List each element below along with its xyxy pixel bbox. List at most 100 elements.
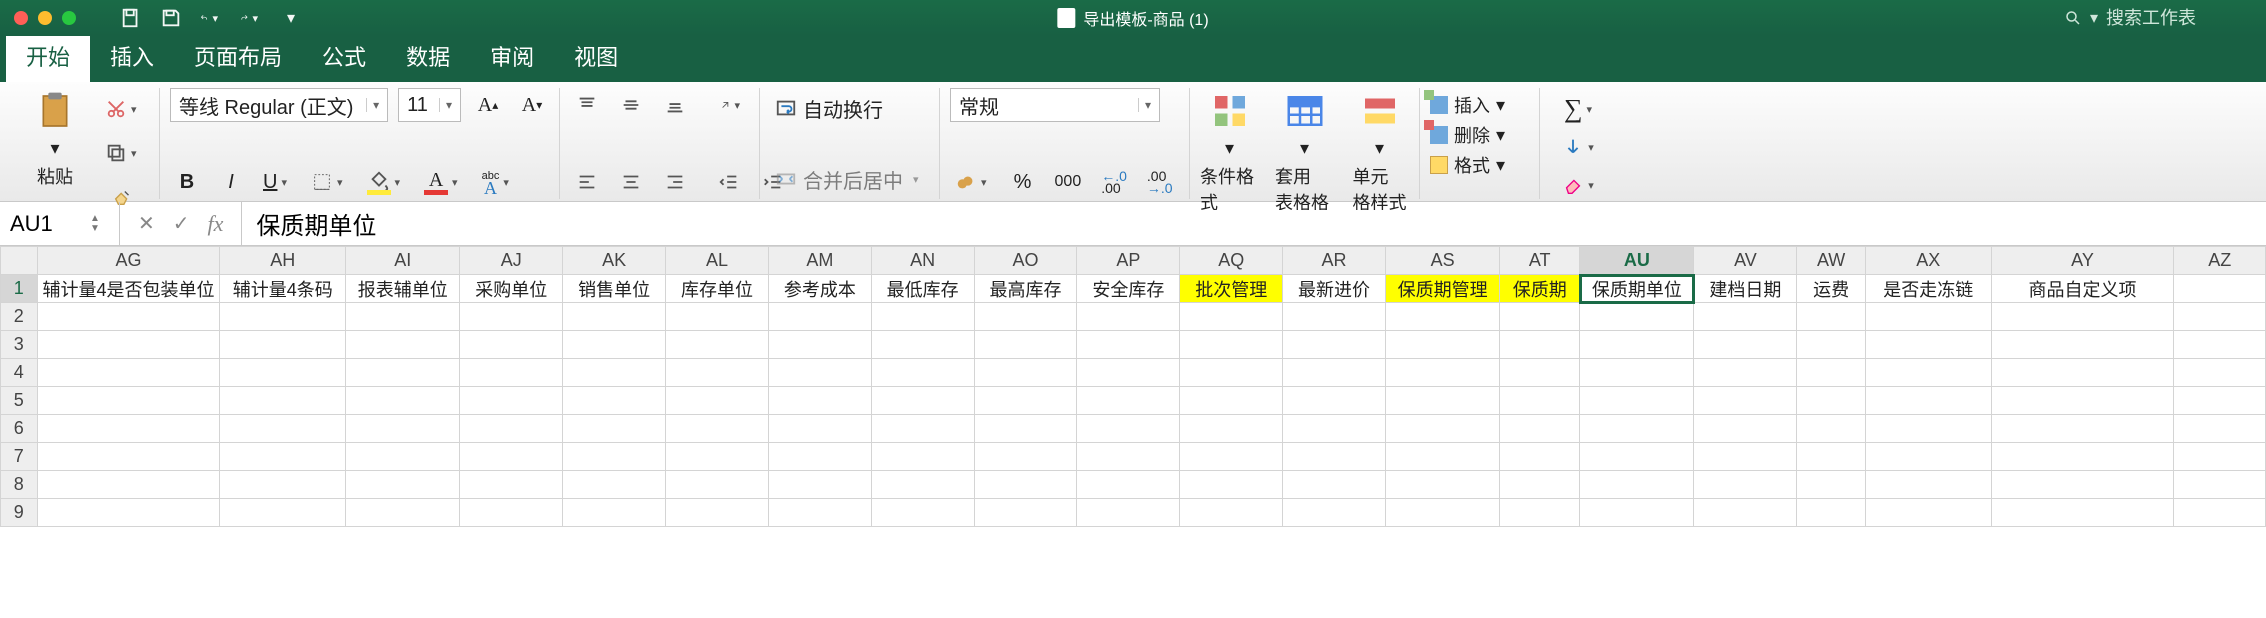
cell-AP2[interactable] [1077, 303, 1180, 331]
cell-AT3[interactable] [1500, 331, 1580, 359]
decrease-font-button[interactable]: A▾ [515, 88, 549, 122]
column-header-AI[interactable]: AI [346, 247, 460, 275]
cell-AM3[interactable] [768, 331, 871, 359]
cell-AQ4[interactable] [1180, 359, 1283, 387]
cell-AJ4[interactable] [460, 359, 563, 387]
cell-AR9[interactable] [1283, 499, 1386, 527]
cell-AH8[interactable] [220, 471, 346, 499]
cell-AK6[interactable] [563, 415, 666, 443]
cell-AR6[interactable] [1283, 415, 1386, 443]
delete-cells-button[interactable]: 删除▾ [1430, 122, 1529, 148]
column-header-AG[interactable]: AG [37, 247, 220, 275]
cell-AH7[interactable] [220, 443, 346, 471]
italic-button[interactable]: I [214, 165, 248, 199]
cell-AN9[interactable] [871, 499, 974, 527]
cell-AW1[interactable]: 运费 [1797, 275, 1866, 303]
tab-视图[interactable]: 视图 [554, 30, 638, 82]
cell-AJ7[interactable] [460, 443, 563, 471]
tab-插入[interactable]: 插入 [90, 30, 174, 82]
cell-AL7[interactable] [666, 443, 769, 471]
cell-AV4[interactable] [1694, 359, 1797, 387]
cell-AS4[interactable] [1385, 359, 1499, 387]
cell-AK1[interactable]: 销售单位 [563, 275, 666, 303]
cell-AN5[interactable] [871, 387, 974, 415]
cell-AL8[interactable] [666, 471, 769, 499]
cell-AU4[interactable] [1580, 359, 1694, 387]
cell-AL3[interactable] [666, 331, 769, 359]
cell-AY5[interactable] [1991, 387, 2174, 415]
row-header-5[interactable]: 5 [1, 387, 38, 415]
cell-AY8[interactable] [1991, 471, 2174, 499]
cell-reference-input[interactable] [0, 211, 90, 237]
cell-AY3[interactable] [1991, 331, 2174, 359]
column-header-AM[interactable]: AM [768, 247, 871, 275]
cell-AV7[interactable] [1694, 443, 1797, 471]
cell-AR4[interactable] [1283, 359, 1386, 387]
cell-AT7[interactable] [1500, 443, 1580, 471]
copy-button[interactable]: ▾ [100, 136, 146, 170]
tab-开始[interactable]: 开始 [6, 30, 90, 82]
align-left-button[interactable] [570, 165, 604, 199]
column-header-AZ[interactable]: AZ [2174, 247, 2266, 275]
cell-AX1[interactable]: 是否走冻链 [1865, 275, 1991, 303]
cell-AN7[interactable] [871, 443, 974, 471]
select-all-corner[interactable] [1, 247, 38, 275]
cell-AX7[interactable] [1865, 443, 1991, 471]
formula-input[interactable] [242, 210, 2266, 238]
cell-AM4[interactable] [768, 359, 871, 387]
column-header-AT[interactable]: AT [1500, 247, 1580, 275]
borders-button[interactable]: ▾ [306, 165, 352, 199]
cell-AQ1[interactable]: 批次管理 [1180, 275, 1283, 303]
cell-AJ2[interactable] [460, 303, 563, 331]
cell-AU2[interactable] [1580, 303, 1694, 331]
cell-AW8[interactable] [1797, 471, 1866, 499]
column-header-AQ[interactable]: AQ [1180, 247, 1283, 275]
fx-icon[interactable]: fx [208, 211, 224, 237]
column-header-AY[interactable]: AY [1991, 247, 2174, 275]
cell-AU5[interactable] [1580, 387, 1694, 415]
column-header-AU[interactable]: AU [1580, 247, 1694, 275]
column-header-AV[interactable]: AV [1694, 247, 1797, 275]
cell-AI4[interactable] [346, 359, 460, 387]
cell-AL6[interactable] [666, 415, 769, 443]
cell-styles-button[interactable]: ▾ 单元 格样式 [1350, 88, 1409, 215]
cell-AH9[interactable] [220, 499, 346, 527]
cell-AV9[interactable] [1694, 499, 1797, 527]
redo-button[interactable]: ▾ [240, 7, 262, 29]
cell-AN4[interactable] [871, 359, 974, 387]
column-header-AP[interactable]: AP [1077, 247, 1180, 275]
minimize-window-button[interactable] [38, 11, 52, 25]
cell-AJ3[interactable] [460, 331, 563, 359]
cell-AI3[interactable] [346, 331, 460, 359]
cell-AH5[interactable] [220, 387, 346, 415]
row-header-6[interactable]: 6 [1, 415, 38, 443]
increase-font-button[interactable]: A▴ [471, 88, 505, 122]
cell-AW6[interactable] [1797, 415, 1866, 443]
cell-AM9[interactable] [768, 499, 871, 527]
cell-AQ3[interactable] [1180, 331, 1283, 359]
row-header-7[interactable]: 7 [1, 443, 38, 471]
accept-formula-button[interactable]: ✓ [173, 211, 190, 236]
cell-AP4[interactable] [1077, 359, 1180, 387]
cell-AS9[interactable] [1385, 499, 1499, 527]
cell-AO7[interactable] [974, 443, 1077, 471]
cell-AS1[interactable]: 保质期管理 [1385, 275, 1499, 303]
cell-AV1[interactable]: 建档日期 [1694, 275, 1797, 303]
cell-AP6[interactable] [1077, 415, 1180, 443]
cell-AJ1[interactable]: 采购单位 [460, 275, 563, 303]
close-window-button[interactable] [14, 11, 28, 25]
cell-AW5[interactable] [1797, 387, 1866, 415]
cell-AM5[interactable] [768, 387, 871, 415]
cell-AM6[interactable] [768, 415, 871, 443]
column-header-AL[interactable]: AL [666, 247, 769, 275]
cell-AH3[interactable] [220, 331, 346, 359]
currency-button[interactable]: ▾ [950, 165, 996, 199]
cell-AG2[interactable] [37, 303, 220, 331]
cell-AZ9[interactable] [2174, 499, 2266, 527]
cell-AO4[interactable] [974, 359, 1077, 387]
cell-AV3[interactable] [1694, 331, 1797, 359]
column-header-AK[interactable]: AK [563, 247, 666, 275]
cell-AY4[interactable] [1991, 359, 2174, 387]
align-bottom-button[interactable] [658, 88, 692, 122]
row-header-3[interactable]: 3 [1, 331, 38, 359]
